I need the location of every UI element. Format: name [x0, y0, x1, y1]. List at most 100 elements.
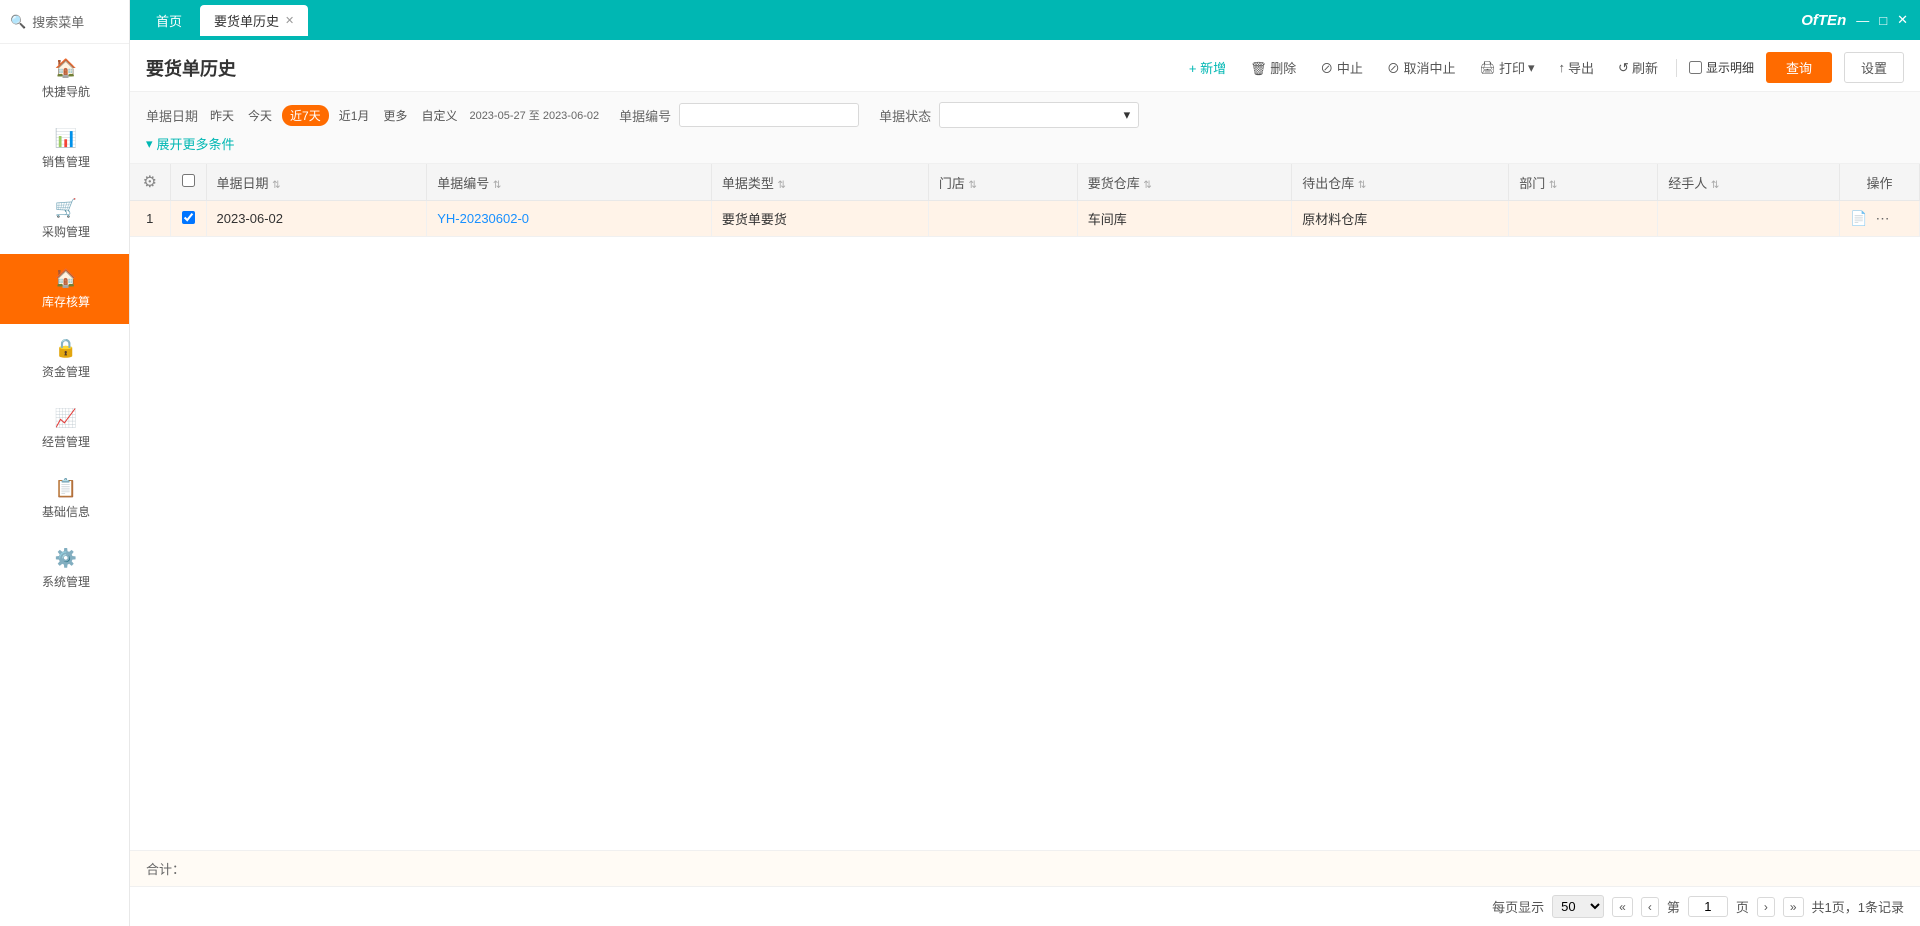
row-checkbox[interactable]: [182, 211, 195, 224]
th-checkbox[interactable]: [170, 164, 206, 201]
page-number-input[interactable]: [1688, 896, 1728, 917]
expand-more-btn[interactable]: ▾ 展开更多条件: [146, 128, 1904, 153]
system-icon: ⚙️: [55, 548, 77, 569]
sidebar-search[interactable]: 🔍 搜索菜单: [0, 0, 129, 44]
page-label-before: 第: [1667, 897, 1680, 916]
shortcut-custom[interactable]: 自定义: [417, 105, 461, 126]
next-page-button[interactable]: ›: [1757, 897, 1775, 917]
toolbar-divider: [1676, 59, 1677, 77]
last-page-button[interactable]: »: [1783, 897, 1804, 917]
row-req-warehouse: 车间库: [1077, 201, 1292, 237]
print-button[interactable]: 🖨 打印 ▾: [1473, 54, 1540, 81]
row-dept: [1509, 201, 1658, 237]
shortcut-yesterday[interactable]: 昨天: [206, 105, 238, 126]
content-area: 要货单历史 + 新增 🗑 删除 ⊘ 中止 ⊘ 取消中止 🖨 打印 ▾ ↑ 导出 …: [130, 40, 1920, 926]
pagination-bar: 每页显示 50 20 100 200 « ‹ 第 页 › » 共1页，1条记录: [130, 886, 1920, 926]
date-range-display: 2023-05-27 至 2023-06-02: [469, 107, 599, 123]
row-type: 要货单要货: [711, 201, 928, 237]
tab-requisition-history[interactable]: 要货单历史 ✕: [200, 5, 308, 36]
page-label-after: 页: [1736, 897, 1749, 916]
sidebar-item-basic[interactable]: 📋 基础信息: [0, 464, 129, 534]
sidebar-item-inventory[interactable]: 🏠 库存核算: [0, 254, 129, 324]
filter-area: 单据日期 昨天 今天 近7天 近1月 更多 自定义 2023-05-27 至 2…: [130, 92, 1920, 164]
tab-requisition-history-label: 要货单历史: [214, 11, 279, 30]
page-title: 要货单历史: [146, 55, 236, 81]
doc-number-filter-group: 单据编号: [619, 103, 859, 127]
display-detail-checkbox[interactable]: [1689, 61, 1702, 74]
th-date: 单据日期 ⇅: [206, 164, 427, 201]
status-select[interactable]: ▾: [939, 102, 1139, 128]
sidebar: 🔍 搜索菜单 🏠 快捷导航 📊 销售管理 🛒 采购管理 🏠 库存核算 🔒 资金管…: [0, 0, 130, 926]
row-handler: [1658, 201, 1840, 237]
th-store-sort-icon[interactable]: ⇅: [968, 180, 976, 191]
shortcut-last7[interactable]: 近7天: [282, 105, 329, 126]
refresh-icon: ↺: [1618, 60, 1629, 76]
column-settings-icon[interactable]: ⚙: [143, 174, 157, 191]
setting-button[interactable]: 设置: [1844, 52, 1904, 83]
th-type-sort-icon[interactable]: ⇅: [777, 180, 785, 191]
sidebar-item-label: 销售管理: [42, 153, 90, 170]
sidebar-item-finance[interactable]: 🔒 资金管理: [0, 324, 129, 394]
export-button[interactable]: ↑ 导出: [1553, 54, 1601, 81]
th-type: 单据类型 ⇅: [711, 164, 928, 201]
th-date-label: 单据日期: [217, 176, 269, 191]
main-area: 首页 要货单历史 ✕ OfTEn — □ ✕ 要货单历史 + 新增 🗑 删除 ⊘…: [130, 0, 1920, 926]
row-checkbox-cell[interactable]: [170, 201, 206, 237]
th-number-sort-icon[interactable]: ⇅: [493, 180, 501, 191]
th-pending-warehouse-sort-icon[interactable]: ⇅: [1358, 180, 1366, 191]
row-number-link[interactable]: YH-20230602-0: [437, 211, 529, 226]
row-ops: 📄 ⋯: [1840, 201, 1920, 237]
date-filter-label: 单据日期: [146, 106, 198, 125]
row-number[interactable]: YH-20230602-0: [427, 201, 712, 237]
th-pending-warehouse: 待出仓库 ⇅: [1292, 164, 1509, 201]
date-filter-group: 单据日期 昨天 今天 近7天 近1月 更多 自定义 2023-05-27 至 2…: [146, 105, 599, 126]
th-date-sort-icon[interactable]: ⇅: [272, 180, 280, 191]
sidebar-item-label: 经营管理: [42, 433, 90, 450]
row-date: 2023-06-02: [206, 201, 427, 237]
stop-button[interactable]: ⊘ 中止: [1314, 54, 1369, 81]
delete-button[interactable]: 🗑 删除: [1244, 54, 1302, 81]
th-dept-label: 部门: [1519, 176, 1545, 191]
page-size-select[interactable]: 50 20 100 200: [1552, 895, 1604, 918]
shortcut-more[interactable]: 更多: [379, 105, 411, 126]
query-button[interactable]: 查询: [1766, 52, 1832, 83]
th-handler: 经手人 ⇅: [1658, 164, 1840, 201]
sidebar-item-sales[interactable]: 📊 销售管理: [0, 114, 129, 184]
shortcut-last-month[interactable]: 近1月: [335, 105, 374, 126]
close-button[interactable]: ✕: [1897, 12, 1908, 28]
tab-close-icon[interactable]: ✕: [285, 14, 294, 27]
refresh-label: 刷新: [1632, 58, 1658, 77]
prev-page-button[interactable]: ‹: [1641, 897, 1659, 917]
sidebar-item-quick-nav[interactable]: 🏠 快捷导航: [0, 44, 129, 114]
row-edit-icon[interactable]: 📄: [1850, 210, 1867, 227]
first-page-button[interactable]: «: [1612, 897, 1633, 917]
export-label: 导出: [1568, 58, 1594, 77]
sidebar-item-operation[interactable]: 📈 经营管理: [0, 394, 129, 464]
th-dept: 部门 ⇅: [1509, 164, 1658, 201]
table-row[interactable]: 1 2023-06-02 YH-20230602-0 要货单要货 车间库 原材料…: [130, 201, 1920, 237]
shortcut-today[interactable]: 今天: [244, 105, 276, 126]
topbar: 首页 要货单历史 ✕ OfTEn — □ ✕: [130, 0, 1920, 40]
th-settings[interactable]: ⚙: [130, 164, 170, 201]
doc-number-input[interactable]: [679, 103, 859, 127]
brand-label: OfTEn: [1801, 12, 1846, 29]
th-req-warehouse-label: 要货仓库: [1088, 176, 1140, 191]
row-more-icon[interactable]: ⋯: [1875, 210, 1889, 227]
th-handler-sort-icon[interactable]: ⇅: [1711, 180, 1719, 191]
cancel-stop-button[interactable]: ⊘ 取消中止: [1381, 54, 1462, 81]
expand-more-label: 展开更多条件: [157, 134, 235, 153]
display-detail-toggle[interactable]: 显示明细: [1689, 59, 1754, 76]
minimize-button[interactable]: —: [1856, 13, 1869, 28]
refresh-button[interactable]: ↺ 刷新: [1612, 54, 1664, 81]
add-button[interactable]: + 新增: [1183, 54, 1232, 81]
basic-icon: 📋: [55, 478, 77, 499]
sidebar-item-purchase[interactable]: 🛒 采购管理: [0, 184, 129, 254]
select-all-checkbox[interactable]: [182, 174, 195, 187]
sidebar-item-system[interactable]: ⚙️ 系统管理: [0, 534, 129, 604]
th-dept-sort-icon[interactable]: ⇅: [1549, 180, 1557, 191]
th-req-warehouse-sort-icon[interactable]: ⇅: [1143, 180, 1151, 191]
sum-label: 合计：: [146, 862, 185, 877]
th-pending-warehouse-label: 待出仓库: [1302, 176, 1354, 191]
tab-home[interactable]: 首页: [142, 5, 196, 36]
maximize-button[interactable]: □: [1879, 13, 1887, 28]
